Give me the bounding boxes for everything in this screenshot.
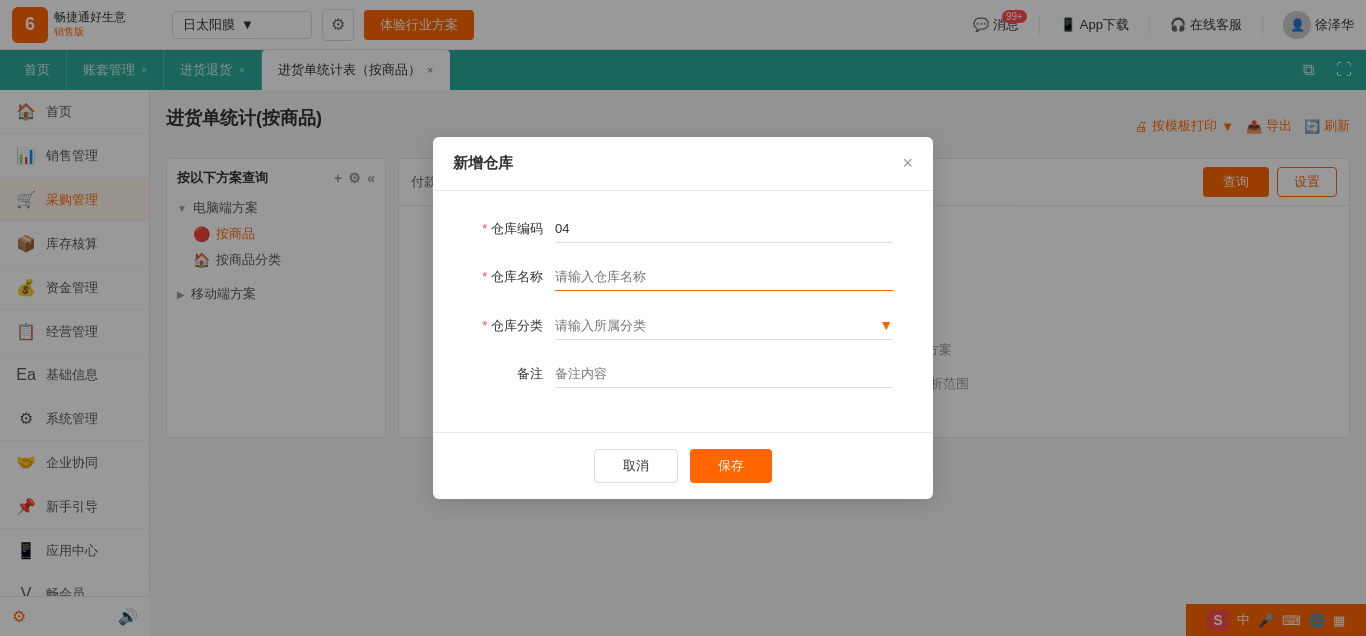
code-required-star: * (482, 221, 487, 236)
modal-header: 新增仓库 × (433, 137, 933, 191)
category-select[interactable]: ▼ (555, 311, 893, 340)
code-field-row: * 仓库编码 (473, 215, 893, 243)
warehouse-name-input[interactable] (555, 263, 893, 291)
modal-title: 新增仓库 (453, 154, 513, 173)
remark-input[interactable] (555, 360, 893, 388)
category-required-star: * (482, 318, 487, 333)
category-select-input[interactable] (555, 318, 879, 333)
remark-label: 备注 (473, 365, 543, 383)
modal-overlay[interactable]: 新增仓库 × * 仓库编码 * 仓库名称 (0, 0, 1366, 636)
warehouse-code-input[interactable] (555, 215, 893, 243)
modal-footer: 取消 保存 (433, 432, 933, 499)
name-label: * 仓库名称 (473, 268, 543, 286)
cancel-button[interactable]: 取消 (594, 449, 678, 483)
name-required-star: * (482, 269, 487, 284)
modal-body: * 仓库编码 * 仓库名称 * 仓库分类 (433, 191, 933, 432)
modal-close-button[interactable]: × (902, 153, 913, 174)
remark-field-row: 备注 (473, 360, 893, 388)
category-dropdown-icon: ▼ (879, 317, 893, 333)
save-button[interactable]: 保存 (690, 449, 772, 483)
name-field-row: * 仓库名称 (473, 263, 893, 291)
add-warehouse-modal: 新增仓库 × * 仓库编码 * 仓库名称 (433, 137, 933, 499)
category-label: * 仓库分类 (473, 317, 543, 335)
code-label: * 仓库编码 (473, 220, 543, 238)
category-field-row: * 仓库分类 ▼ (473, 311, 893, 340)
